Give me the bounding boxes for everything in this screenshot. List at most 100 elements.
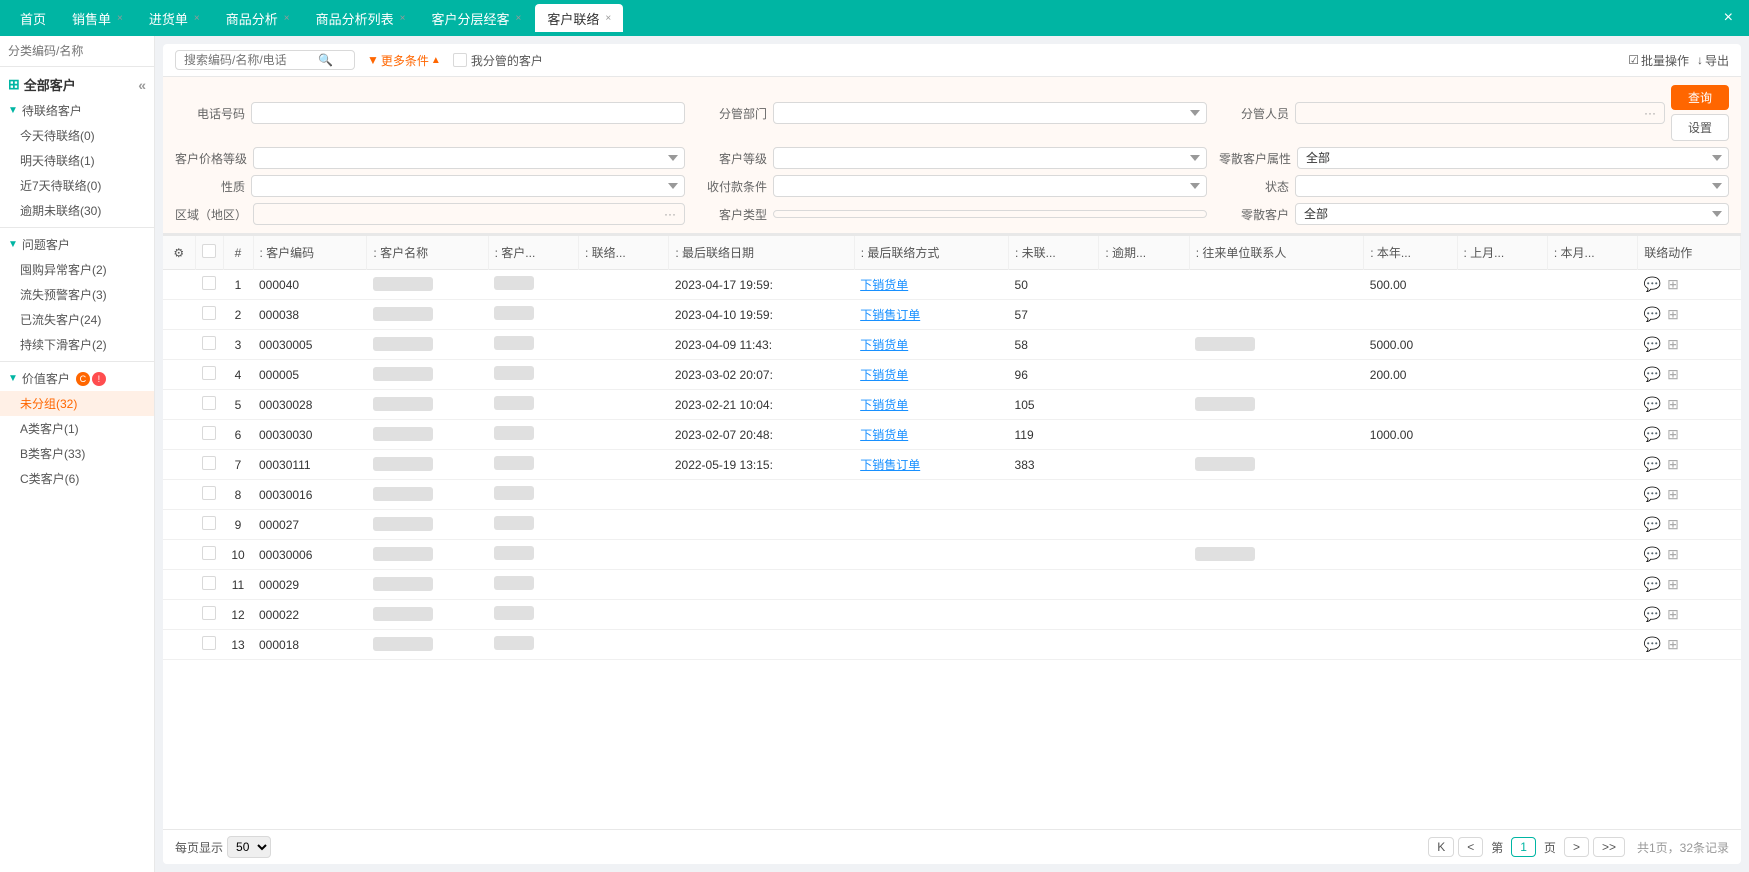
sidebar-item-class-c[interactable]: C类客户(6) <box>0 466 154 491</box>
more-action-icon[interactable]: ⊞ <box>1667 486 1679 503</box>
sidebar-item-churn-warning[interactable]: 流失预警客户(3) <box>0 282 154 307</box>
close-icon[interactable]: × <box>117 13 123 24</box>
customer-search-input[interactable] <box>184 53 314 67</box>
filter-staff-input[interactable]: ··· <box>1295 102 1665 124</box>
search-icon[interactable]: 🔍 <box>318 53 333 67</box>
collapse-icon[interactable]: « <box>138 77 146 93</box>
last-page-button[interactable]: >> <box>1593 837 1625 857</box>
nav-tab-analysis-list[interactable]: 商品分析列表 × <box>304 4 418 32</box>
more-action-icon[interactable]: ⊞ <box>1667 606 1679 623</box>
row-checkbox[interactable] <box>202 426 216 440</box>
contact-action-icon[interactable]: 💬 <box>1644 336 1661 353</box>
more-action-icon[interactable]: ⊞ <box>1667 636 1679 653</box>
sidebar-item-class-a[interactable]: A类客户(1) <box>0 416 154 441</box>
close-icon[interactable]: × <box>284 13 290 24</box>
nav-home[interactable]: 首页 <box>8 9 58 28</box>
group-pending-contact[interactable]: ▼ 待联络客户 <box>0 98 154 123</box>
filter-dept-select[interactable] <box>773 102 1207 124</box>
first-page-button[interactable]: K <box>1428 837 1454 857</box>
contact-action-icon[interactable]: 💬 <box>1644 366 1661 383</box>
row-checkbox[interactable] <box>202 486 216 500</box>
contact-action-icon[interactable]: 💬 <box>1644 546 1661 563</box>
close-icon[interactable]: × <box>400 13 406 24</box>
sidebar-item-overdue-pending[interactable]: 逾期未联络(30) <box>0 198 154 223</box>
sidebar-item-declining[interactable]: 持续下滑客户(2) <box>0 332 154 357</box>
contact-action-icon[interactable]: 💬 <box>1644 426 1661 443</box>
contact-action-icon[interactable]: 💬 <box>1644 396 1661 413</box>
sidebar-item-today-pending[interactable]: 今天待联络(0) <box>0 123 154 148</box>
export-button[interactable]: ↓ 导出 <box>1697 52 1729 69</box>
contact-action-icon[interactable]: 💬 <box>1644 576 1661 593</box>
filter-customer-grade-select[interactable] <box>773 147 1207 169</box>
contact-action-icon[interactable]: 💬 <box>1644 456 1661 473</box>
contact-action-icon[interactable]: 💬 <box>1644 516 1661 533</box>
more-action-icon[interactable]: ⊞ <box>1667 456 1679 473</box>
group-problem-customers[interactable]: ▼ 问题客户 <box>0 232 154 257</box>
sidebar-item-ungrouped[interactable]: 未分组(32) <box>0 391 154 416</box>
filter-customer-type-input[interactable] <box>773 210 1207 218</box>
filter-payment-select[interactable] <box>773 175 1207 197</box>
more-action-icon[interactable]: ⊞ <box>1667 396 1679 413</box>
contact-action-icon[interactable]: 💬 <box>1644 486 1661 503</box>
more-action-icon[interactable]: ⊞ <box>1667 336 1679 353</box>
nav-tab-customer-contact[interactable]: 客户联络 × <box>535 4 623 32</box>
more-action-icon[interactable]: ⊞ <box>1667 516 1679 533</box>
more-action-icon[interactable]: ⊞ <box>1667 276 1679 293</box>
filter-status-select[interactable] <box>1295 175 1729 197</box>
more-action-icon[interactable]: ⊞ <box>1667 306 1679 323</box>
sidebar-item-tomorrow-pending[interactable]: 明天待联络(1) <box>0 148 154 173</box>
filter-gender-select[interactable] <box>251 175 685 197</box>
filter-retail-customer-select[interactable]: 全部 <box>1295 203 1729 225</box>
sidebar-item-hoard-abnormal[interactable]: 囤购异常客户(2) <box>0 257 154 282</box>
more-action-icon[interactable]: ⊞ <box>1667 426 1679 443</box>
window-close-button[interactable]: × <box>1716 9 1741 27</box>
filter-phone-input[interactable] <box>251 102 685 124</box>
row-checkbox[interactable] <box>202 576 216 590</box>
td-associated <box>1189 570 1364 600</box>
th-settings[interactable]: ⚙ <box>163 236 195 270</box>
my-customers-checkbox[interactable]: 我分管的客户 <box>453 52 543 69</box>
row-checkbox[interactable] <box>202 546 216 560</box>
more-action-icon[interactable]: ⊞ <box>1667 576 1679 593</box>
close-icon[interactable]: × <box>605 13 611 24</box>
row-checkbox[interactable] <box>202 366 216 380</box>
sidebar-item-churned[interactable]: 已流失客户(24) <box>0 307 154 332</box>
select-all-checkbox[interactable] <box>202 244 216 258</box>
sidebar-search-input[interactable] <box>8 44 155 58</box>
contact-action-icon[interactable]: 💬 <box>1644 636 1661 653</box>
filter-retail-attr-select[interactable]: 全部 <box>1297 147 1729 169</box>
per-page-select[interactable]: 50 <box>227 836 271 858</box>
row-checkbox[interactable] <box>202 606 216 620</box>
more-conditions-button[interactable]: ▼ 更多条件 ▲ <box>367 52 441 69</box>
all-customers-header[interactable]: ⊞ 全部客户 « <box>0 67 154 98</box>
contact-action-icon[interactable]: 💬 <box>1644 606 1661 623</box>
nav-tab-sales[interactable]: 销售单 × <box>60 4 135 32</box>
sidebar-item-7days-pending[interactable]: 近7天待联络(0) <box>0 173 154 198</box>
row-checkbox[interactable] <box>202 456 216 470</box>
filter-price-grade-select[interactable] <box>253 147 685 169</box>
nav-tab-analysis[interactable]: 商品分析 × <box>214 4 302 32</box>
row-checkbox[interactable] <box>202 276 216 290</box>
close-icon[interactable]: × <box>194 13 200 24</box>
nav-tab-customer-segment[interactable]: 客户分层经客 × <box>419 4 533 32</box>
filter-region-input[interactable]: ··· <box>253 203 685 225</box>
group-value-customers[interactable]: ▼ 价值客户 C ! <box>0 366 154 391</box>
row-checkbox[interactable] <box>202 396 216 410</box>
query-button[interactable]: 查询 <box>1671 85 1729 110</box>
batch-operation-button[interactable]: ☑ 批量操作 <box>1628 52 1689 69</box>
close-icon[interactable]: × <box>515 13 521 24</box>
nav-tab-purchase[interactable]: 进货单 × <box>137 4 212 32</box>
contact-action-icon[interactable]: 💬 <box>1644 306 1661 323</box>
reset-button[interactable]: 设置 <box>1671 114 1729 141</box>
more-action-icon[interactable]: ⊞ <box>1667 546 1679 563</box>
sidebar-item-class-b[interactable]: B类客户(33) <box>0 441 154 466</box>
contact-action-icon[interactable]: 💬 <box>1644 276 1661 293</box>
row-checkbox[interactable] <box>202 306 216 320</box>
row-checkbox[interactable] <box>202 336 216 350</box>
more-action-icon[interactable]: ⊞ <box>1667 366 1679 383</box>
row-checkbox[interactable] <box>202 636 216 650</box>
checkbox-icon[interactable] <box>453 53 467 67</box>
prev-page-button[interactable]: < <box>1458 837 1483 857</box>
next-page-button[interactable]: > <box>1564 837 1589 857</box>
row-checkbox[interactable] <box>202 516 216 530</box>
